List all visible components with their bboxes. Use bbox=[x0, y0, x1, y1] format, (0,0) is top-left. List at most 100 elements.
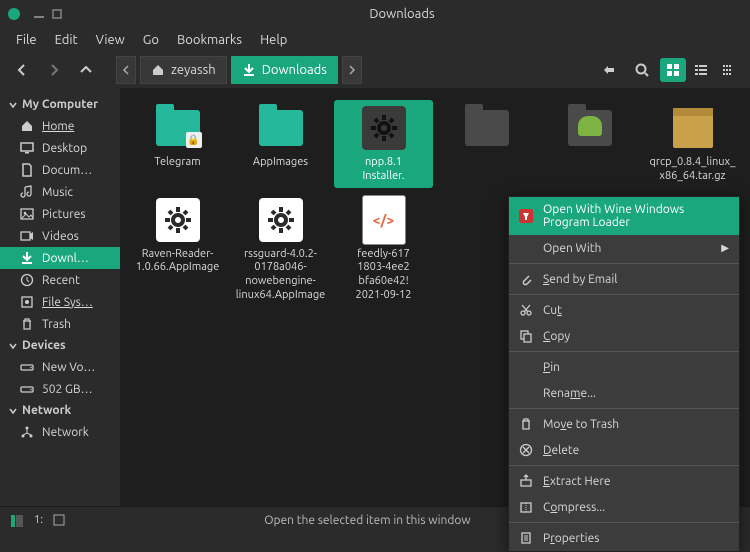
sidebar-item-disk[interactable]: File Sys… bbox=[0, 291, 120, 313]
close-sidebar-button[interactable] bbox=[53, 514, 65, 528]
context-menu-separator bbox=[509, 263, 739, 264]
file-label: feedly-6171803-4ee2bfa60e42!2021-09-12 bbox=[356, 248, 412, 303]
context-menu: Open With Wine Windows Program Loader Ope… bbox=[508, 196, 740, 552]
sidebar-item-video[interactable]: Videos bbox=[0, 225, 120, 247]
drive-icon bbox=[20, 360, 34, 374]
path-prev-button[interactable] bbox=[116, 56, 136, 84]
sidebar-item-label: Pictures bbox=[42, 208, 86, 221]
show-places-button[interactable] bbox=[10, 514, 24, 528]
titlebar: Downloads bbox=[0, 0, 750, 28]
trash-icon bbox=[20, 317, 34, 331]
file-thumbnail bbox=[669, 104, 717, 152]
sidebar-item-network[interactable]: Network bbox=[0, 421, 120, 443]
context-menu-item[interactable]: Compress... bbox=[509, 494, 739, 520]
context-menu-item[interactable]: Open With Wine Windows Program Loader bbox=[509, 197, 739, 235]
view-icons-button[interactable] bbox=[660, 58, 686, 82]
context-menu-label: Open With bbox=[543, 242, 601, 255]
window-close-button[interactable] bbox=[8, 8, 20, 20]
props-icon bbox=[519, 531, 533, 545]
context-menu-label: Cut bbox=[543, 304, 562, 317]
sidebar-item-label: Recent bbox=[42, 274, 80, 287]
context-menu-separator bbox=[509, 294, 739, 295]
show-treeview-button[interactable]: 1: bbox=[34, 514, 43, 528]
nav-up-button[interactable] bbox=[72, 56, 100, 84]
view-compact-button[interactable] bbox=[716, 58, 742, 82]
sidebar-item-label: 502 GB… bbox=[42, 383, 93, 396]
window-maximize-button[interactable] bbox=[52, 9, 62, 19]
sidebar-item-home[interactable]: Home bbox=[0, 115, 120, 137]
context-menu-item[interactable]: Rename... bbox=[509, 380, 739, 406]
file-thumbnail bbox=[360, 104, 408, 152]
context-menu-item[interactable]: Delete bbox=[509, 437, 739, 463]
menu-bookmarks[interactable]: Bookmarks bbox=[169, 31, 250, 49]
copy-icon bbox=[519, 329, 533, 343]
menu-help[interactable]: Help bbox=[252, 31, 295, 49]
file-item[interactable]: 🔒Telegram bbox=[128, 100, 227, 188]
view-mode-toggle bbox=[660, 58, 742, 82]
context-menu-label: Move to Trash bbox=[543, 418, 619, 431]
search-button[interactable] bbox=[628, 56, 656, 84]
sidebar-item-drive[interactable]: 502 GB… bbox=[0, 378, 120, 400]
window-title: Downloads bbox=[62, 7, 742, 21]
menu-file[interactable]: File bbox=[8, 31, 45, 49]
context-menu-item[interactable]: Cut bbox=[509, 297, 739, 323]
nav-forward-button[interactable] bbox=[40, 56, 68, 84]
sidebar-item-image[interactable]: Pictures bbox=[0, 203, 120, 225]
file-label: rssguard-4.0.2-0178a046-nowebengine-linu… bbox=[236, 248, 326, 303]
sidebar-section-header[interactable]: Network bbox=[0, 400, 120, 421]
file-item[interactable]: </>feedly-6171803-4ee2bfa60e42!2021-09-1… bbox=[334, 192, 433, 307]
delete-icon bbox=[519, 443, 533, 457]
file-item[interactable]: qrcp_0.8.4_linux_x86_64.tar.gz bbox=[643, 100, 742, 188]
context-menu-label: Properties bbox=[543, 532, 599, 545]
file-item[interactable]: Raven-Reader-1.0.66.AppImage bbox=[128, 192, 227, 307]
sidebar-item-drive[interactable]: New Vo… bbox=[0, 356, 120, 378]
file-item[interactable] bbox=[540, 100, 639, 188]
download-icon bbox=[20, 251, 34, 265]
blank-icon bbox=[519, 241, 533, 255]
file-label: AppImages bbox=[253, 156, 308, 170]
context-menu-item[interactable]: Move to Trash bbox=[509, 411, 739, 437]
toggle-location-button[interactable] bbox=[596, 56, 624, 84]
cut-icon bbox=[519, 303, 533, 317]
context-menu-label: Delete bbox=[543, 444, 579, 457]
context-menu-item[interactable]: Send by Email bbox=[509, 266, 739, 292]
window-minimize-button[interactable] bbox=[34, 9, 44, 19]
nav-back-button[interactable] bbox=[8, 56, 36, 84]
file-thumbnail bbox=[257, 196, 305, 244]
menu-edit[interactable]: Edit bbox=[47, 31, 86, 49]
sidebar-item-trash[interactable]: Trash bbox=[0, 313, 120, 335]
file-item[interactable]: npp.8.1Installer. bbox=[334, 100, 433, 188]
sidebar-section-header[interactable]: My Computer bbox=[0, 94, 120, 115]
sidebar-item-label: File Sys… bbox=[42, 296, 93, 309]
sidebar-section-label: Network bbox=[22, 404, 71, 417]
menu-view[interactable]: View bbox=[88, 31, 133, 49]
sidebar-item-label: Videos bbox=[42, 230, 79, 243]
menu-go[interactable]: Go bbox=[135, 31, 167, 49]
context-menu-item[interactable]: Properties bbox=[509, 525, 739, 551]
disk-icon bbox=[20, 295, 34, 309]
file-item[interactable]: AppImages bbox=[231, 100, 330, 188]
context-menu-label: Open With Wine Windows Program Loader bbox=[543, 203, 729, 229]
context-menu-item[interactable]: Open With▶ bbox=[509, 235, 739, 261]
file-label: Raven-Reader-1.0.66.AppImage bbox=[133, 248, 223, 276]
blank-icon bbox=[519, 386, 533, 400]
context-menu-item[interactable]: Copy bbox=[509, 323, 739, 349]
sidebar-item-clock[interactable]: Recent bbox=[0, 269, 120, 291]
sidebar-item-label: Desktop bbox=[42, 142, 87, 155]
image-icon bbox=[20, 207, 34, 221]
view-list-button[interactable] bbox=[688, 58, 714, 82]
sidebar-item-download[interactable]: Downl… bbox=[0, 247, 120, 269]
sidebar-item-desktop[interactable]: Desktop bbox=[0, 137, 120, 159]
path-next-button[interactable] bbox=[342, 56, 362, 84]
file-item[interactable]: rssguard-4.0.2-0178a046-nowebengine-linu… bbox=[231, 192, 330, 307]
breadcrumb-current[interactable]: Downloads bbox=[231, 56, 338, 84]
sidebar-item-music[interactable]: Music bbox=[0, 181, 120, 203]
context-menu-item[interactable]: Extract Here bbox=[509, 468, 739, 494]
file-grid[interactable]: 🔒Telegram AppImages npp.8.1Installer. qrcp_… bbox=[120, 88, 750, 506]
file-item[interactable] bbox=[437, 100, 536, 188]
home-icon bbox=[20, 119, 34, 133]
sidebar-section-header[interactable]: Devices bbox=[0, 335, 120, 356]
context-menu-item[interactable]: Pin bbox=[509, 354, 739, 380]
sidebar-item-document[interactable]: Docum… bbox=[0, 159, 120, 181]
breadcrumb-home[interactable]: zeyassh bbox=[140, 56, 227, 84]
